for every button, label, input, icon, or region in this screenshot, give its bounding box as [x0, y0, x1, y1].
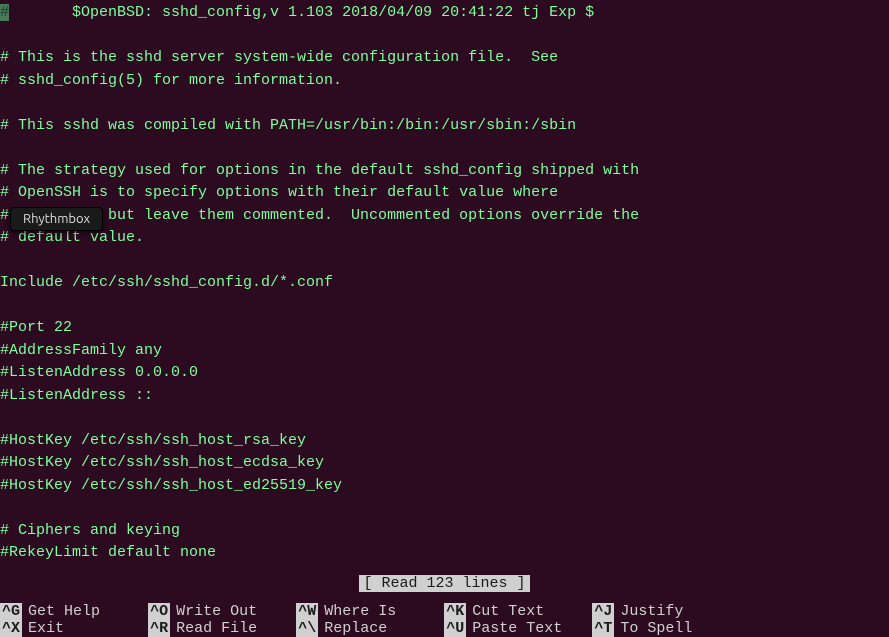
- editor-line: Include /etc/ssh/sshd_config.d/*.conf: [0, 272, 889, 295]
- menu-key: ^\: [296, 620, 318, 637]
- editor-line: [0, 407, 889, 430]
- menu-item[interactable]: ^KCut Text: [444, 603, 592, 620]
- menu-item[interactable]: ^RRead File: [148, 620, 296, 637]
- menu-label: Exit: [22, 620, 64, 637]
- menu-item[interactable]: ^\Replace: [296, 620, 444, 637]
- editor-line: # sshd_config(5) for more information.: [0, 70, 889, 93]
- editor-line: [0, 250, 889, 273]
- menu-label: Paste Text: [466, 620, 562, 637]
- editor-line: # OpenSSH is to specify options with the…: [0, 182, 889, 205]
- status-text: [ Read 123 lines ]: [359, 575, 529, 592]
- menu-key: ^R: [148, 620, 170, 637]
- editor-line: # possible, but leave them commented. Un…: [0, 205, 889, 228]
- editor-line: #HostKey /etc/ssh/ssh_host_ed25519_key: [0, 475, 889, 498]
- editor-line: # $OpenBSD: sshd_config,v 1.103 2018/04/…: [0, 2, 889, 25]
- menu-key: ^O: [148, 603, 170, 620]
- editor-line: [0, 137, 889, 160]
- editor-content[interactable]: # $OpenBSD: sshd_config,v 1.103 2018/04/…: [0, 0, 889, 567]
- menu-label: Where Is: [318, 603, 396, 620]
- editor-line: #Port 22: [0, 317, 889, 340]
- editor-line: #ListenAddress 0.0.0.0: [0, 362, 889, 385]
- menu-label: Replace: [318, 620, 387, 637]
- editor-line: #HostKey /etc/ssh/ssh_host_ecdsa_key: [0, 452, 889, 475]
- editor-line: #ListenAddress ::: [0, 385, 889, 408]
- editor-line: [0, 295, 889, 318]
- editor-line: # default value.: [0, 227, 889, 250]
- cursor-highlight: #: [0, 4, 9, 21]
- menu-label: Write Out: [170, 603, 257, 620]
- menu-item[interactable]: ^JJustify: [592, 603, 740, 620]
- editor-line: [0, 497, 889, 520]
- menu-key: ^U: [444, 620, 466, 637]
- menu-key: ^T: [592, 620, 614, 637]
- editor-line: #HostKey /etc/ssh/ssh_host_rsa_key: [0, 430, 889, 453]
- menu-key: ^W: [296, 603, 318, 620]
- menu-key: ^J: [592, 603, 614, 620]
- menu-label: Cut Text: [466, 603, 544, 620]
- menu-label: Justify: [614, 603, 683, 620]
- menu-label: Read File: [170, 620, 257, 637]
- status-bar: [ Read 123 lines ]: [0, 575, 889, 592]
- editor-line: # This is the sshd server system-wide co…: [0, 47, 889, 70]
- editor-line: [0, 25, 889, 48]
- menu-key: ^G: [0, 603, 22, 620]
- menu-key: ^K: [444, 603, 466, 620]
- editor-line: # This sshd was compiled with PATH=/usr/…: [0, 115, 889, 138]
- menu-key: ^X: [0, 620, 22, 637]
- menu-label: Get Help: [22, 603, 100, 620]
- editor-line: #AddressFamily any: [0, 340, 889, 363]
- editor-line: # Ciphers and keying: [0, 520, 889, 543]
- menu-item[interactable]: ^OWrite Out: [148, 603, 296, 620]
- menu-item[interactable]: ^WWhere Is: [296, 603, 444, 620]
- editor-line: #RekeyLimit default none: [0, 542, 889, 565]
- editor-line: # The strategy used for options in the d…: [0, 160, 889, 183]
- nano-bottom-menu: ^GGet Help^OWrite Out^WWhere Is^KCut Tex…: [0, 603, 889, 637]
- editor-line: [0, 92, 889, 115]
- menu-item[interactable]: ^TTo Spell: [592, 620, 740, 637]
- menu-item[interactable]: ^XExit: [0, 620, 148, 637]
- menu-item[interactable]: ^UPaste Text: [444, 620, 592, 637]
- menu-row-2: ^XExit^RRead File^\Replace^UPaste Text^T…: [0, 620, 889, 637]
- menu-label: To Spell: [614, 620, 692, 637]
- tooltip-rhythmbox: Rhythmbox: [10, 207, 103, 231]
- menu-item[interactable]: ^GGet Help: [0, 603, 148, 620]
- menu-row-1: ^GGet Help^OWrite Out^WWhere Is^KCut Tex…: [0, 603, 889, 620]
